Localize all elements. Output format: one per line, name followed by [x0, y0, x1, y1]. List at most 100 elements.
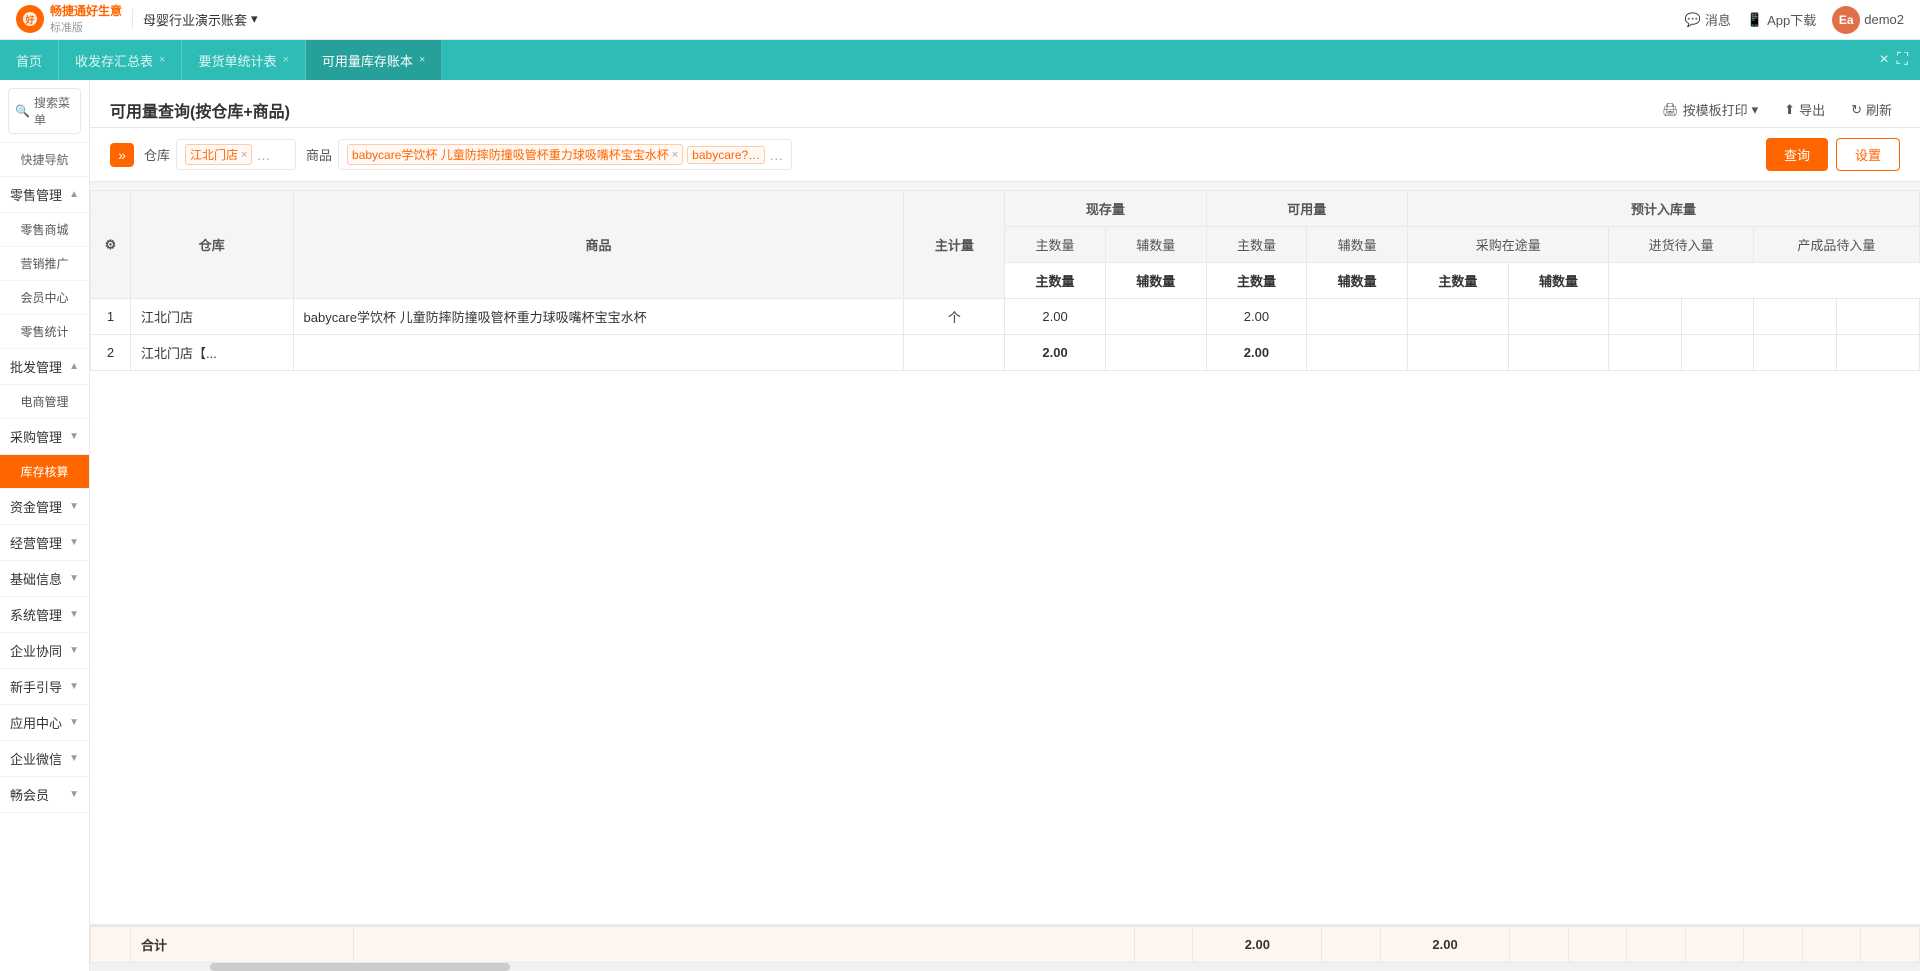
- footer-pt-aux: [1627, 927, 1686, 963]
- col-group-available: 可用量: [1206, 191, 1407, 227]
- filter-bar: » 仓库 江北门店 × … 商品 babycare学饮杯 儿童防摔防撞吸管杯重力…: [90, 128, 1920, 182]
- footer-label: 合计: [131, 927, 354, 963]
- product-tag-1: babycare学饮杯 儿童防摔防撞吸管杯重力球吸嘴杯宝宝水杯 ×: [347, 144, 683, 165]
- wholesale-expand-icon: ▲: [69, 361, 79, 372]
- search-menu-label: 搜索菜单: [34, 94, 74, 128]
- tab-receive-summary[interactable]: 收发存汇总表 ×: [59, 40, 182, 80]
- sidebar-group-finance[interactable]: 资金管理 ▼: [0, 489, 89, 525]
- sidebar-group-enterprise[interactable]: 企业协同 ▼: [0, 633, 89, 669]
- warehouse-filter: 仓库 江北门店 × …: [144, 139, 296, 170]
- wecom-label: 企业微信: [10, 749, 62, 768]
- appstore-label: 应用中心: [10, 713, 62, 732]
- sidebar-group-changyuanmember[interactable]: 畅会员 ▼: [0, 777, 89, 813]
- product-filter: 商品 babycare学饮杯 儿童防摔防撞吸管杯重力球吸嘴杯宝宝水杯 × bab…: [306, 139, 792, 170]
- footer-empty1: [91, 927, 131, 963]
- table-container[interactable]: ⚙ 仓库 商品 主计量 现存量 可用量 预计入库量 主数量 辅数量 主数量: [90, 190, 1920, 924]
- col-production-incoming: 产成品待入量: [1753, 227, 1919, 263]
- user-profile[interactable]: Ea demo2: [1832, 6, 1904, 34]
- download-icon: 📱: [1747, 12, 1763, 28]
- nav-tabs-actions: × ⛶: [1879, 40, 1920, 80]
- tab-available-stock[interactable]: 可用量库存账本 ×: [306, 40, 442, 80]
- sidebar-group-basic[interactable]: 基础信息 ▼: [0, 561, 89, 597]
- print-template-button[interactable]: 🖨 按模板打印 ▾: [1654, 96, 1766, 123]
- sidebar-group-wholesale[interactable]: 批发管理 ▲: [0, 349, 89, 385]
- purchase-expand-icon: ▼: [69, 431, 79, 442]
- divider: [132, 9, 133, 29]
- changyuanmember-expand-icon: ▼: [69, 789, 79, 800]
- tab-order-summary-label: 要货单统计表: [198, 51, 276, 70]
- settings-button[interactable]: 设置: [1836, 138, 1900, 171]
- product-input[interactable]: babycare学饮杯 儿童防摔防撞吸管杯重力球吸嘴杯宝宝水杯 × babyca…: [338, 139, 792, 170]
- tab-home[interactable]: 首页: [0, 40, 59, 80]
- warehouse-more[interactable]: …: [256, 147, 270, 163]
- top-bar-right: 💬 消息 📱 App下载 Ea demo2: [1685, 6, 1904, 34]
- page-actions: 🖨 按模板打印 ▾ ⬆ 导出 ↻ 刷新: [1654, 96, 1900, 123]
- sidebar-item-marketing[interactable]: 营销推广: [0, 247, 89, 281]
- sidebar-item-member[interactable]: 会员中心: [0, 281, 89, 315]
- avatar: Ea: [1832, 6, 1860, 34]
- footer-row: 合计 2.00 2.00: [91, 927, 1920, 963]
- nav-tabs: 首页 收发存汇总表 × 要货单统计表 × 可用量库存账本 × × ⛶: [0, 40, 1920, 80]
- username: demo2: [1864, 12, 1904, 27]
- fullscreen-icon[interactable]: ⛶: [1897, 51, 1908, 69]
- row2-product: [293, 335, 904, 371]
- product-tag-1-remove[interactable]: ×: [672, 149, 678, 161]
- footer-stock-aux: [1322, 927, 1381, 963]
- row1-prod-main: [1753, 299, 1836, 335]
- row2-pi-aux: [1681, 335, 1753, 371]
- filter-expand-button[interactable]: »: [110, 143, 134, 167]
- sidebar-item-inventory[interactable]: 库存核算: [0, 455, 89, 489]
- col-warehouse: 仓库: [131, 191, 294, 299]
- close-tab-available-stock[interactable]: ×: [419, 54, 425, 66]
- row1-warehouse: 江北门店: [131, 299, 294, 335]
- export-button[interactable]: ⬆ 导出: [1776, 96, 1833, 123]
- col-product: 商品: [293, 191, 904, 299]
- search-menu-button[interactable]: 🔍 搜索菜单: [8, 88, 81, 134]
- newbie-expand-icon: ▼: [69, 681, 79, 692]
- operations-expand-icon: ▼: [69, 537, 79, 548]
- sidebar-group-newbie[interactable]: 新手引导 ▼: [0, 669, 89, 705]
- footer-unit: [1134, 927, 1193, 963]
- app-download-button[interactable]: 📱 App下载: [1747, 10, 1816, 29]
- sidebar-group-purchase[interactable]: 采购管理 ▼: [0, 419, 89, 455]
- sidebar: 🔍 搜索菜单 快捷导航 零售管理 ▲ 零售商城 营销推广 会员中心 零售统计 批…: [0, 80, 90, 971]
- row1-prod-aux: [1836, 299, 1919, 335]
- message-label: 消息: [1705, 10, 1731, 29]
- warehouse-tag-remove[interactable]: ×: [241, 149, 247, 161]
- sidebar-group-operations[interactable]: 经营管理 ▼: [0, 525, 89, 561]
- query-button[interactable]: 查询: [1766, 138, 1828, 171]
- close-tab-order-summary[interactable]: ×: [282, 54, 288, 66]
- footer-pt-main: [1568, 927, 1627, 963]
- tab-order-summary[interactable]: 要货单统计表 ×: [182, 40, 305, 80]
- message-button[interactable]: 💬 消息: [1685, 10, 1731, 29]
- refresh-icon: ↻: [1851, 102, 1862, 118]
- sidebar-item-retail-mall[interactable]: 零售商城: [0, 213, 89, 247]
- table-row: 2 江北门店【... 2.00 2.00: [91, 335, 1920, 371]
- col-purchase-incoming: 进货待入量: [1609, 227, 1753, 263]
- tenant-selector[interactable]: 母婴行业演示账套 ▾: [143, 10, 258, 29]
- warehouse-input[interactable]: 江北门店 × …: [176, 139, 296, 170]
- row1-stock-aux: [1105, 299, 1206, 335]
- quick-nav-button[interactable]: 快捷导航: [0, 143, 89, 177]
- sidebar-group-appstore[interactable]: 应用中心 ▼: [0, 705, 89, 741]
- print-label: 按模板打印: [1683, 100, 1748, 119]
- row2-pi-main: [1609, 335, 1681, 371]
- row1-pi-main: [1609, 299, 1681, 335]
- sidebar-group-wecom[interactable]: 企业微信 ▼: [0, 741, 89, 777]
- refresh-button[interactable]: ↻ 刷新: [1843, 96, 1900, 123]
- sidebar-group-retail[interactable]: 零售管理 ▲: [0, 177, 89, 213]
- data-table: ⚙ 仓库 商品 主计量 现存量 可用量 预计入库量 主数量 辅数量 主数量: [90, 190, 1920, 371]
- table-wrapper: ⚙ 仓库 商品 主计量 现存量 可用量 预计入库量 主数量 辅数量 主数量: [90, 190, 1920, 971]
- close-all-tabs[interactable]: ×: [1879, 51, 1888, 69]
- sidebar-item-ecommerce[interactable]: 电商管理: [0, 385, 89, 419]
- row2-warehouse: 江北门店【...: [131, 335, 294, 371]
- row1-avail-aux: [1307, 299, 1408, 335]
- product-more[interactable]: …: [769, 147, 783, 163]
- sidebar-group-system[interactable]: 系统管理 ▼: [0, 597, 89, 633]
- sidebar-item-retail-stats[interactable]: 零售统计: [0, 315, 89, 349]
- avatar-text: Ea: [1839, 13, 1854, 27]
- export-icon: ⬆: [1784, 102, 1795, 118]
- logo-area: 好 畅捷通好生意 标准版: [16, 4, 122, 34]
- close-tab-receive-summary[interactable]: ×: [159, 54, 165, 66]
- scrollbar-thumb[interactable]: [210, 963, 510, 971]
